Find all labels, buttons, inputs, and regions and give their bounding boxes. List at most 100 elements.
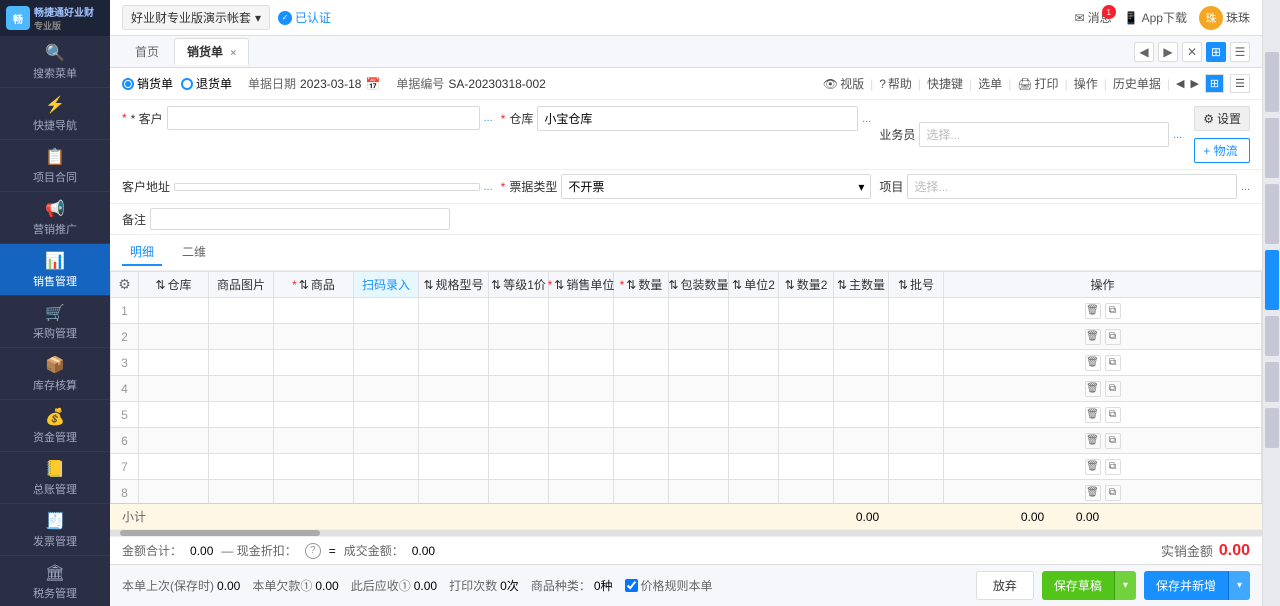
row-4-delete-btn[interactable]: 🗑 — [1085, 381, 1101, 397]
row-2-main-qty[interactable] — [834, 324, 889, 350]
row-8-image[interactable] — [209, 480, 274, 504]
row-5-price1[interactable] — [489, 402, 549, 428]
row-7-image[interactable] — [209, 454, 274, 480]
warehouse-input[interactable]: 小宝仓库 — [537, 106, 858, 131]
row-8-pack-qty[interactable] — [669, 480, 729, 504]
customer-input[interactable] — [167, 106, 480, 130]
row-2-scan[interactable] — [354, 324, 419, 350]
row-2-price1[interactable] — [489, 324, 549, 350]
row-3-sales-unit[interactable] — [549, 350, 614, 376]
radio-return[interactable]: 退货单 — [181, 75, 232, 92]
row-3-product[interactable] — [274, 350, 354, 376]
row-4-unit2[interactable] — [729, 376, 779, 402]
right-panel-btn-6[interactable] — [1265, 362, 1279, 402]
warehouse-ellipsis-btn[interactable]: ... — [862, 113, 871, 125]
row-4-warehouse[interactable] — [139, 376, 209, 402]
tab-home[interactable]: 首页 — [122, 38, 172, 65]
col-sales-unit[interactable]: *⇅销售单位 — [549, 272, 614, 298]
row-3-copy-btn[interactable]: ⧉ — [1105, 355, 1121, 371]
message-btn[interactable]: ✉ 1 消息 — [1075, 9, 1112, 26]
row-1-scan[interactable] — [354, 298, 419, 324]
col-pack-qty[interactable]: ⇅包装数量 — [669, 272, 729, 298]
setup-btn[interactable]: ⚙ 设置 — [1194, 106, 1250, 131]
sidebar-item-项目合同[interactable]: 📋项目合同 — [0, 140, 110, 192]
row-2-spec[interactable] — [419, 324, 489, 350]
right-panel-btn-1[interactable] — [1265, 52, 1279, 112]
row-7-product[interactable] — [274, 454, 354, 480]
row-1-pack-qty[interactable] — [669, 298, 729, 324]
col-qty2[interactable]: ⇅数量2 — [779, 272, 834, 298]
tab-detail[interactable]: 明细 — [122, 239, 162, 266]
row-4-spec[interactable] — [419, 376, 489, 402]
row-8-price1[interactable] — [489, 480, 549, 504]
row-4-sales-unit[interactable] — [549, 376, 614, 402]
row-5-image[interactable] — [209, 402, 274, 428]
row-6-spec[interactable] — [419, 428, 489, 454]
col-spec[interactable]: ⇅规格型号 — [419, 272, 489, 298]
row-7-warehouse[interactable] — [139, 454, 209, 480]
row-7-copy-btn[interactable]: ⧉ — [1105, 459, 1121, 475]
abandon-btn[interactable]: 放弃 — [976, 571, 1034, 600]
save-new-btn[interactable]: 保存并新增 — [1144, 571, 1228, 600]
row-8-copy-btn[interactable]: ⧉ — [1105, 485, 1121, 501]
address-input[interactable] — [174, 183, 479, 191]
salesperson-input[interactable]: 选择... — [919, 122, 1169, 147]
sidebar-item-总账管理[interactable]: 📒总账管理 — [0, 452, 110, 504]
row-6-price1[interactable] — [489, 428, 549, 454]
row-5-sales-unit[interactable] — [549, 402, 614, 428]
row-5-batch[interactable] — [889, 402, 944, 428]
col-main-qty[interactable]: ⇅主数量 — [834, 272, 889, 298]
row-7-qty2[interactable] — [779, 454, 834, 480]
col-settings[interactable]: ⚙ — [111, 272, 139, 298]
row-5-qty2[interactable] — [779, 402, 834, 428]
tab-prev-btn[interactable]: ◀ — [1134, 42, 1154, 62]
question-icon[interactable]: ? — [305, 543, 321, 559]
row-5-qty[interactable] — [614, 402, 669, 428]
row-8-warehouse[interactable] — [139, 480, 209, 504]
row-3-qty[interactable] — [614, 350, 669, 376]
row-3-pack-qty[interactable] — [669, 350, 729, 376]
row-3-unit2[interactable] — [729, 350, 779, 376]
row-3-scan[interactable] — [354, 350, 419, 376]
nav-next-btn[interactable]: ▶ — [1190, 77, 1198, 90]
tab-two-dim[interactable]: 二维 — [174, 239, 214, 266]
row-3-qty2[interactable] — [779, 350, 834, 376]
sidebar-item-采购管理[interactable]: 🛒采购管理 — [0, 296, 110, 348]
row-3-price1[interactable] — [489, 350, 549, 376]
row-2-product[interactable] — [274, 324, 354, 350]
col-scan[interactable]: 扫码录入 — [354, 272, 419, 298]
row-8-sales-unit[interactable] — [549, 480, 614, 504]
row-6-qty[interactable] — [614, 428, 669, 454]
row-8-spec[interactable] — [419, 480, 489, 504]
row-1-warehouse[interactable] — [139, 298, 209, 324]
list-icon-btn[interactable]: ☰ — [1230, 74, 1250, 93]
row-1-price1[interactable] — [489, 298, 549, 324]
row-1-delete-btn[interactable]: 🗑 — [1085, 303, 1101, 319]
col-batch[interactable]: ⇅批号 — [889, 272, 944, 298]
col-qty[interactable]: *⇅数量 — [614, 272, 669, 298]
row-2-warehouse[interactable] — [139, 324, 209, 350]
row-6-batch[interactable] — [889, 428, 944, 454]
row-3-main-qty[interactable] — [834, 350, 889, 376]
row-6-product[interactable] — [274, 428, 354, 454]
row-2-pack-qty[interactable] — [669, 324, 729, 350]
tab-close-all-btn[interactable]: ✕ — [1182, 42, 1202, 62]
row-8-product[interactable] — [274, 480, 354, 504]
project-ellipsis-btn[interactable]: ... — [1241, 181, 1250, 193]
sidebar-item-营销推广[interactable]: 📢营销推广 — [0, 192, 110, 244]
row-2-qty[interactable] — [614, 324, 669, 350]
save-new-arrow-btn[interactable]: ▾ — [1228, 571, 1250, 600]
row-6-pack-qty[interactable] — [669, 428, 729, 454]
right-panel-btn-3[interactable] — [1265, 184, 1279, 244]
customer-ellipsis-btn[interactable]: ... — [484, 112, 493, 124]
sidebar-item-销售管理[interactable]: 📊销售管理 — [0, 244, 110, 296]
row-7-main-qty[interactable] — [834, 454, 889, 480]
print-btn[interactable]: 🖨 打印 — [1017, 75, 1058, 92]
horizontal-scrollbar[interactable] — [110, 530, 1262, 536]
row-6-scan[interactable] — [354, 428, 419, 454]
row-4-pack-qty[interactable] — [669, 376, 729, 402]
row-4-batch[interactable] — [889, 376, 944, 402]
row-8-batch[interactable] — [889, 480, 944, 504]
sidebar-item-库存核算[interactable]: 📦库存核算 — [0, 348, 110, 400]
col-warehouse[interactable]: ⇅仓库 — [139, 272, 209, 298]
